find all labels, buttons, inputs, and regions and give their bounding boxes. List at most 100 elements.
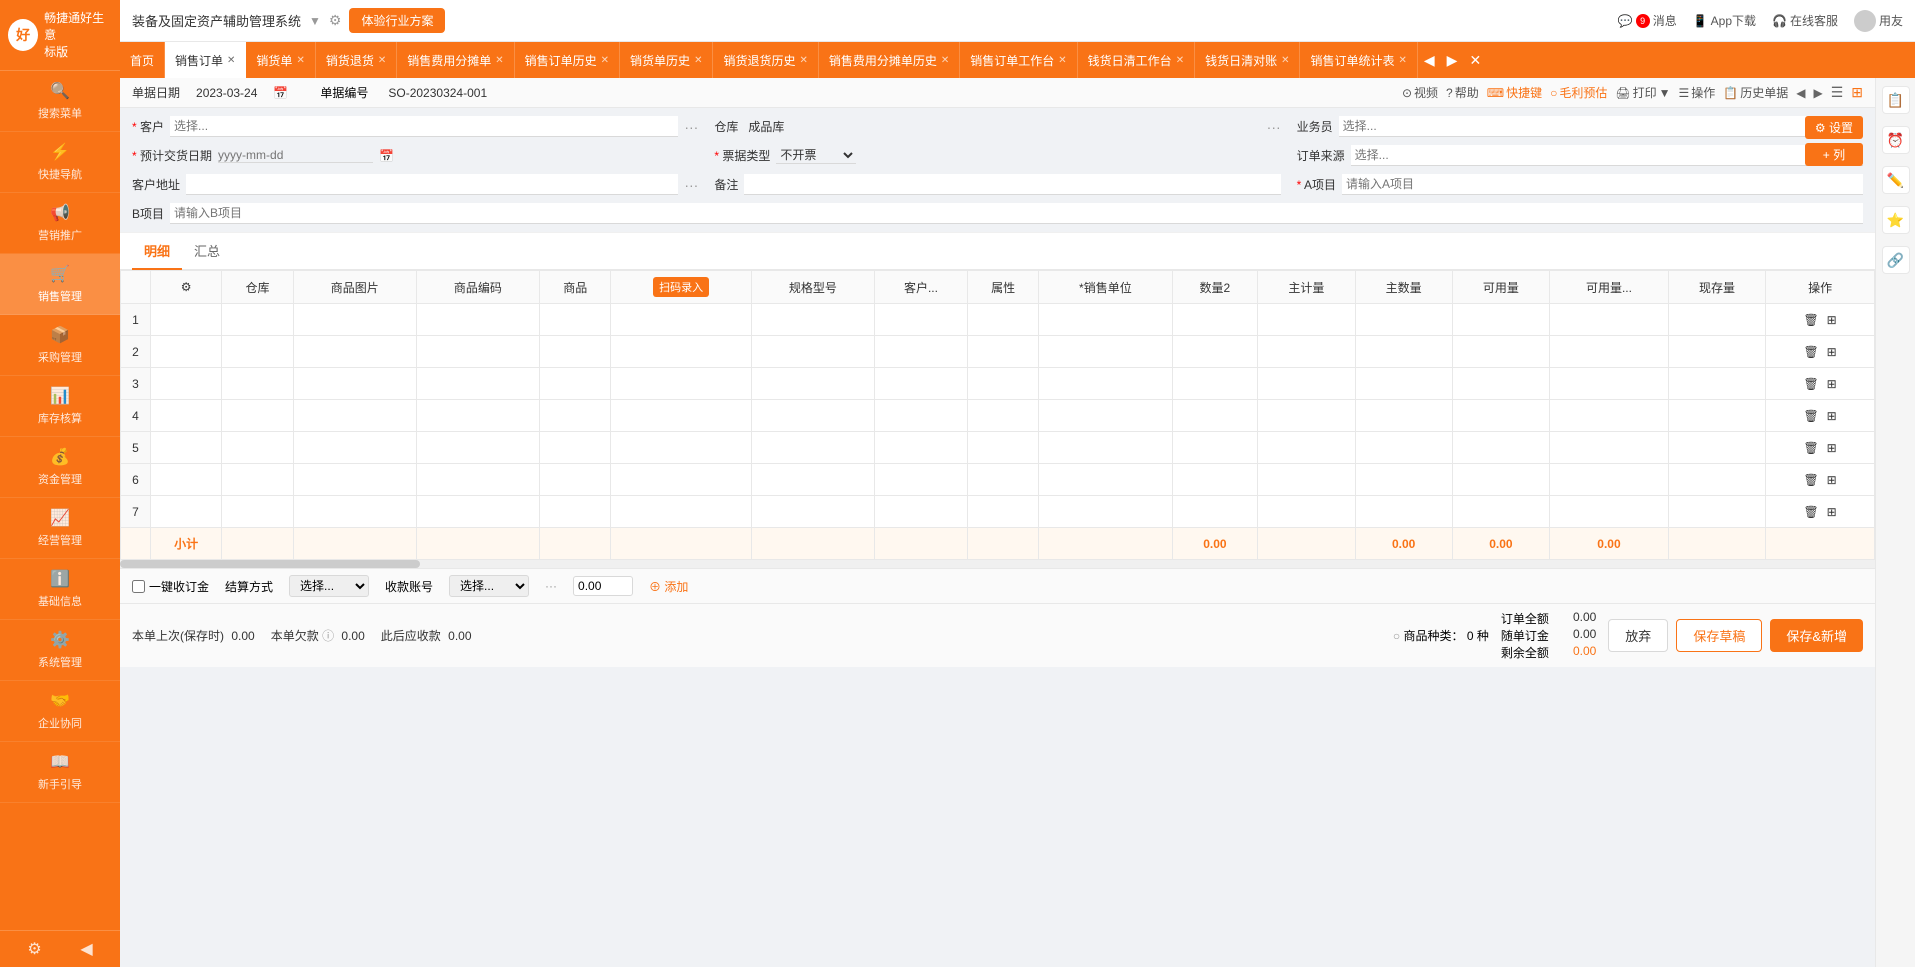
cell-main_qty-3[interactable] <box>1355 368 1452 400</box>
cell-main_unit-1[interactable] <box>1258 304 1355 336</box>
cell-image-3[interactable] <box>293 368 416 400</box>
cell-product-2[interactable] <box>540 336 611 368</box>
cell-spec-1[interactable] <box>751 304 874 336</box>
cell-qty2-4[interactable] <box>1172 400 1258 432</box>
save-draft-button[interactable]: 保存草稿 <box>1676 619 1762 652</box>
delete-icon[interactable]: 🗑 <box>1803 313 1818 327</box>
tab-item-4[interactable]: 销售费用分摊单✕ <box>397 42 514 78</box>
cell-warehouse-6[interactable] <box>222 464 293 496</box>
prev-page-icon[interactable]: ◀ <box>1796 86 1805 100</box>
cell-stock-6[interactable] <box>1668 464 1765 496</box>
calendar-icon[interactable]: 📅 <box>273 86 288 100</box>
cell-actions-4[interactable]: 🗑⊞ <box>1766 400 1875 432</box>
sidebar-item-5[interactable]: 📊库存核算 <box>0 376 120 437</box>
cell-available2-7[interactable] <box>1550 496 1669 528</box>
a-project-input[interactable] <box>1342 174 1863 195</box>
tab-close-3[interactable]: ✕ <box>378 55 386 66</box>
sidebar-bottom[interactable]: ⚙ ◀ <box>0 930 120 967</box>
tab-close-8[interactable]: ✕ <box>941 55 949 66</box>
cell-product-7[interactable] <box>540 496 611 528</box>
cell-code-6[interactable] <box>416 464 539 496</box>
cell-warehouse-3[interactable] <box>222 368 293 400</box>
address-dots-btn[interactable]: ··· <box>684 177 698 193</box>
tab-close-11[interactable]: ✕ <box>1281 55 1289 66</box>
cell-main_unit-2[interactable] <box>1258 336 1355 368</box>
system-settings-icon[interactable]: ⚙ <box>329 12 342 29</box>
cell-product-5[interactable] <box>540 432 611 464</box>
copy-icon[interactable]: ⊞ <box>1827 441 1837 455</box>
cell-actions-6[interactable]: 🗑⊞ <box>1766 464 1875 496</box>
cell-available2-1[interactable] <box>1550 304 1669 336</box>
sidebar-item-7[interactable]: 📈经营管理 <box>0 498 120 559</box>
cell-image-6[interactable] <box>293 464 416 496</box>
shortcut-btn[interactable]: ⌨ 快捷键 <box>1487 84 1542 101</box>
cell-product-6[interactable] <box>540 464 611 496</box>
cell-stock-2[interactable] <box>1668 336 1765 368</box>
cell-code-3[interactable] <box>416 368 539 400</box>
tab-item-2[interactable]: 销货单✕ <box>246 42 315 78</box>
sidebar-item-8[interactable]: ℹ️基础信息 <box>0 559 120 620</box>
delivery-date-input[interactable] <box>218 148 373 163</box>
tab-item-5[interactable]: 销售订单历史✕ <box>515 42 620 78</box>
cell-image-7[interactable] <box>293 496 416 528</box>
sidebar-item-6[interactable]: 💰资金管理 <box>0 437 120 498</box>
cell-code-7[interactable] <box>416 496 539 528</box>
copy-icon[interactable]: ⊞ <box>1827 473 1837 487</box>
sidebar-item-11[interactable]: 📖新手引导 <box>0 742 120 803</box>
cell-stock-5[interactable] <box>1668 432 1765 464</box>
cell-available-7[interactable] <box>1452 496 1549 528</box>
cell-attribute-3[interactable] <box>967 368 1038 400</box>
cell-code-2[interactable] <box>416 336 539 368</box>
cell-customer_code-4[interactable] <box>874 400 967 432</box>
cell-main_unit-7[interactable] <box>1258 496 1355 528</box>
next-page-icon[interactable]: ▶ <box>1813 86 1822 100</box>
cell-stock-7[interactable] <box>1668 496 1765 528</box>
cell-sales_unit-6[interactable] <box>1039 464 1172 496</box>
cell-qty2-1[interactable] <box>1172 304 1258 336</box>
cell-main_unit-3[interactable] <box>1258 368 1355 400</box>
cell-customer_code-5[interactable] <box>874 432 967 464</box>
cell-settings-7[interactable] <box>151 496 222 528</box>
cell-sales_unit-4[interactable] <box>1039 400 1172 432</box>
tab-item-12[interactable]: 销售订单统计表✕ <box>1300 42 1417 78</box>
cell-available-6[interactable] <box>1452 464 1549 496</box>
cell-settings-3[interactable] <box>151 368 222 400</box>
detail-tab-0[interactable]: 明细 <box>132 233 182 270</box>
right-panel-icon-2[interactable]: ✏️ <box>1882 166 1910 194</box>
cell-customer_code-1[interactable] <box>874 304 967 336</box>
settlement-select[interactable]: 选择... <box>289 575 369 597</box>
tab-close-10[interactable]: ✕ <box>1176 55 1184 66</box>
profit-btn[interactable]: ○ 毛利预估 <box>1550 84 1607 101</box>
cell-available-4[interactable] <box>1452 400 1549 432</box>
cell-customer_code-6[interactable] <box>874 464 967 496</box>
cell-image-1[interactable] <box>293 304 416 336</box>
right-panel-icon-1[interactable]: ⏰ <box>1882 126 1910 154</box>
cell-sales_unit-1[interactable] <box>1039 304 1172 336</box>
cell-available2-4[interactable] <box>1550 400 1669 432</box>
preview-btn[interactable]: ⊙ 视频 <box>1402 84 1438 101</box>
right-panel-icon-3[interactable]: ⭐ <box>1882 206 1910 234</box>
cell-customer_code-3[interactable] <box>874 368 967 400</box>
cell-settings-1[interactable] <box>151 304 222 336</box>
sidebar-item-3[interactable]: 🛒销售管理 <box>0 254 120 315</box>
delete-icon[interactable]: 🗑 <box>1803 505 1818 519</box>
cell-available2-2[interactable] <box>1550 336 1669 368</box>
tab-item-11[interactable]: 钱货日清对账✕ <box>1195 42 1300 78</box>
history-btn[interactable]: 📋 历史单据 <box>1723 84 1788 101</box>
warehouse-dots-btn[interactable]: ··· <box>1267 119 1281 135</box>
cell-spec-4[interactable] <box>751 400 874 432</box>
cell-product-3[interactable] <box>540 368 611 400</box>
app-download-btn[interactable]: 📱 App下载 <box>1693 12 1756 29</box>
remark-input[interactable] <box>744 174 1280 195</box>
cell-scan-6[interactable] <box>611 464 751 496</box>
invoice-type-select[interactable]: 不开票 <box>776 147 856 164</box>
tab-item-10[interactable]: 钱货日清工作台✕ <box>1078 42 1195 78</box>
tab-close-9[interactable]: ✕ <box>1058 55 1066 66</box>
cell-scan-2[interactable] <box>611 336 751 368</box>
cell-warehouse-2[interactable] <box>222 336 293 368</box>
tab-item-7[interactable]: 销货退货历史✕ <box>713 42 818 78</box>
debit-info-icon[interactable]: ⓘ <box>322 629 334 643</box>
cell-image-2[interactable] <box>293 336 416 368</box>
calendar2-icon[interactable]: 📅 <box>379 149 394 163</box>
cell-available-3[interactable] <box>1452 368 1549 400</box>
